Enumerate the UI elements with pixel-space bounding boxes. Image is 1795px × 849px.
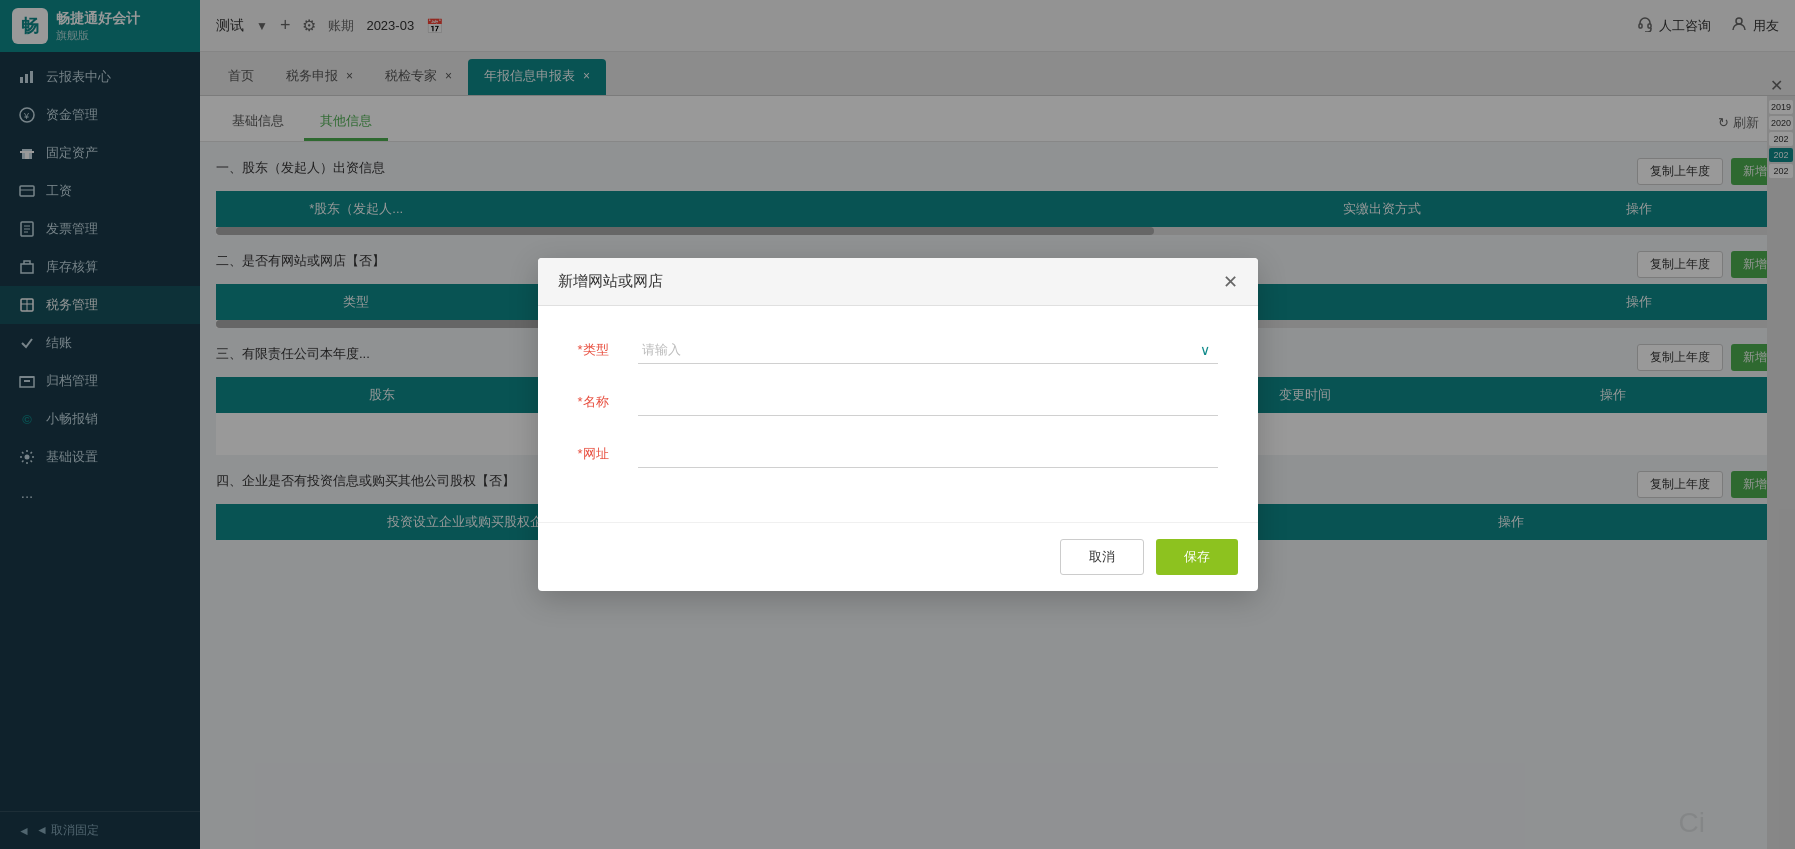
modal-body: *类型 ∨ *名称 *网址 — [538, 306, 1258, 522]
modal-footer: 取消 保存 — [538, 522, 1258, 591]
type-label: *类型 — [578, 341, 638, 359]
url-label: *网址 — [578, 445, 638, 463]
url-input-wrap — [638, 440, 1218, 468]
name-label-text: 名称 — [583, 394, 609, 409]
modal-overlay[interactable]: 新增网站或网店 ✕ *类型 ∨ *名称 — [0, 0, 1795, 849]
modal-close-button[interactable]: ✕ — [1223, 273, 1238, 291]
form-field-type: *类型 ∨ — [578, 336, 1218, 364]
form-field-url: *网址 — [578, 440, 1218, 468]
type-input-wrap: ∨ — [638, 336, 1218, 364]
name-label: *名称 — [578, 393, 638, 411]
modal-title: 新增网站或网店 — [558, 272, 663, 291]
name-input[interactable] — [638, 388, 1218, 416]
type-label-text: 类型 — [583, 342, 609, 357]
type-input[interactable] — [638, 336, 1218, 364]
form-field-name: *名称 — [578, 388, 1218, 416]
url-input[interactable] — [638, 440, 1218, 468]
modal-header: 新增网站或网店 ✕ — [538, 258, 1258, 306]
modal-add-website: 新增网站或网店 ✕ *类型 ∨ *名称 — [538, 258, 1258, 591]
cancel-button[interactable]: 取消 — [1060, 539, 1144, 575]
url-label-text: 网址 — [583, 446, 609, 461]
save-button[interactable]: 保存 — [1156, 539, 1238, 575]
name-input-wrap — [638, 388, 1218, 416]
